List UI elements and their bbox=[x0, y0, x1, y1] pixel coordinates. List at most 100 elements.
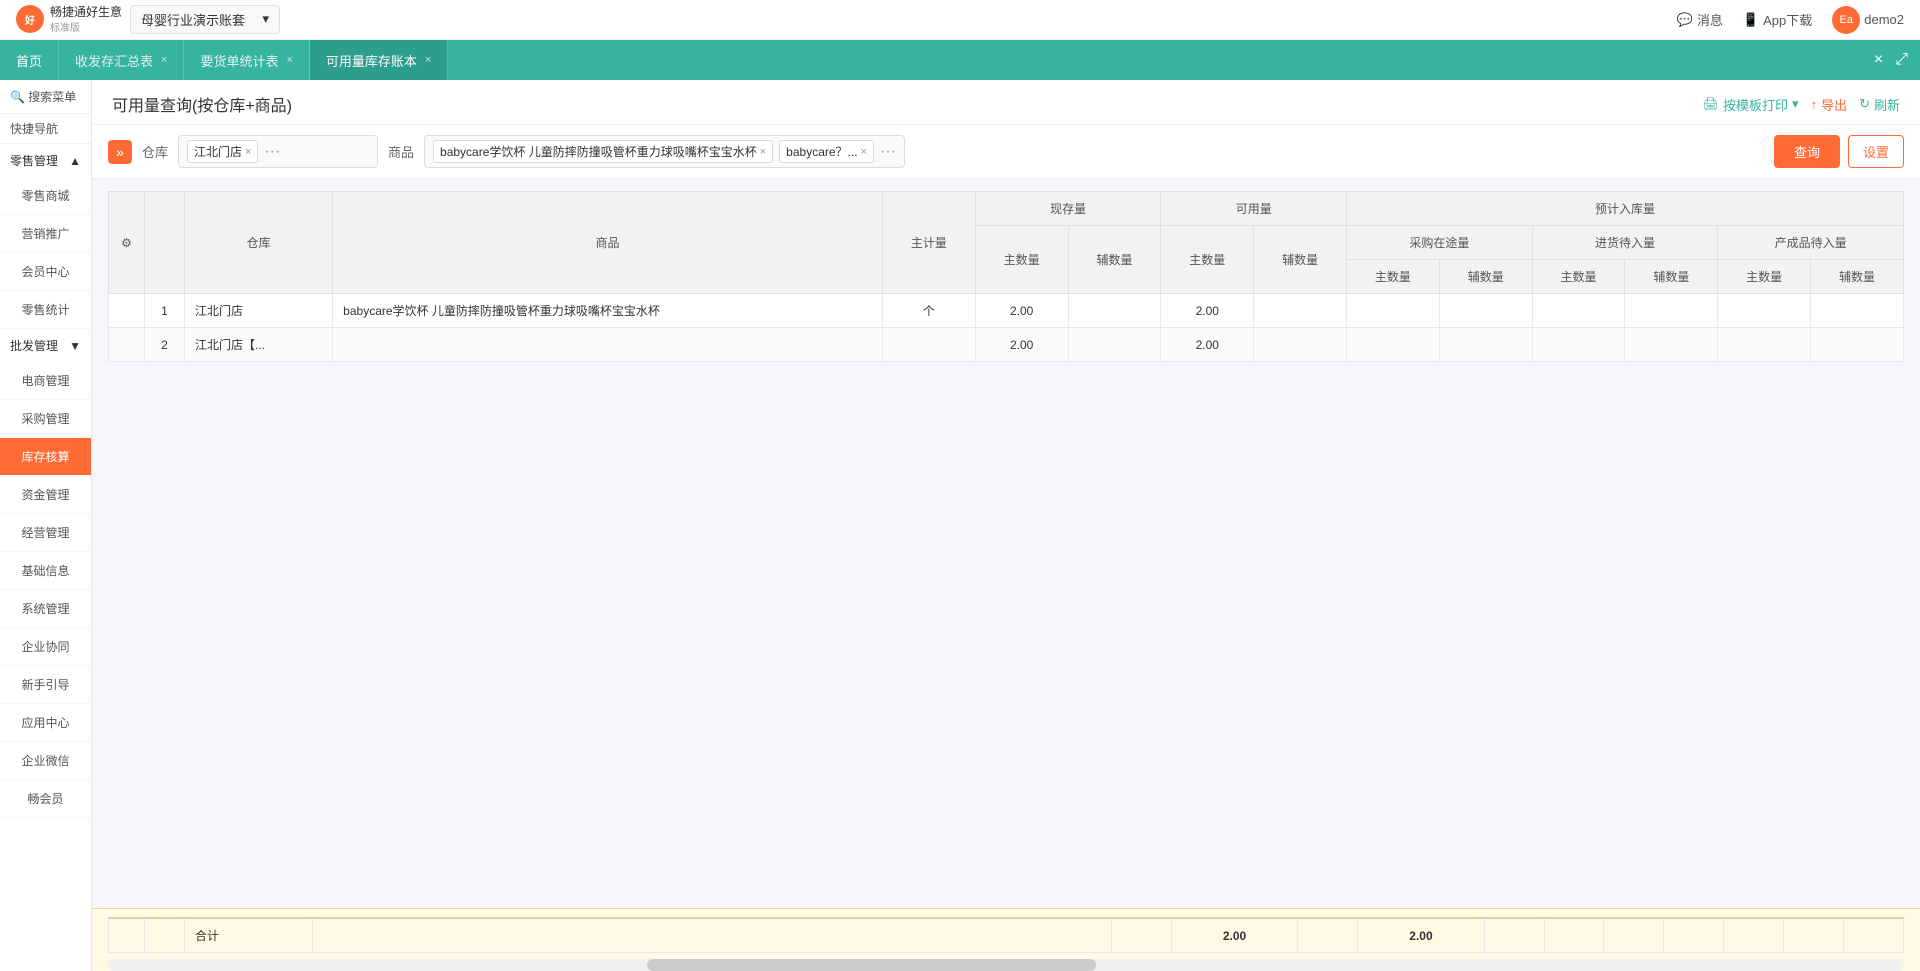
tab-receive-pay[interactable]: 收发存汇总表 × bbox=[59, 40, 184, 80]
tab-receive-pay-close[interactable]: × bbox=[161, 54, 167, 66]
total-row: 合计 2.00 2.00 bbox=[109, 918, 1904, 953]
sidebar-item-member-center[interactable]: 会员中心 bbox=[0, 253, 91, 291]
row1-goods: babycare学饮杯 儿童防摔防撞吸管杯重力球吸嘴杯宝宝水杯 bbox=[333, 294, 883, 328]
sidebar-item-app-center[interactable]: 应用中心 bbox=[0, 704, 91, 742]
th-goods: 商品 bbox=[333, 192, 883, 294]
sidebar-item-retail-mgmt[interactable]: 零售管理 ▲ bbox=[0, 144, 91, 177]
row2-goods bbox=[333, 328, 883, 362]
row1-avail-aux bbox=[1254, 294, 1347, 328]
row1-product-aux bbox=[1811, 294, 1904, 328]
th-purchase-main: 主数量 bbox=[1347, 260, 1440, 294]
app-download-btn[interactable]: 📱 App下载 bbox=[1743, 10, 1812, 29]
goods-tag-2-remove[interactable]: × bbox=[861, 146, 867, 158]
tab-available-ledger-close[interactable]: × bbox=[425, 54, 431, 66]
th-purchase-aux: 辅数量 bbox=[1439, 260, 1532, 294]
tab-available-ledger-label: 可用量库存账本 bbox=[326, 51, 417, 70]
window-controls: × ⤢ bbox=[1870, 40, 1920, 80]
row1-current-main: 2.00 bbox=[975, 294, 1068, 328]
refresh-btn[interactable]: ↻ 刷新 bbox=[1859, 95, 1900, 114]
print-template-btn[interactable]: 🖨 按模板打印 ▾ bbox=[1703, 95, 1799, 114]
tab-order-stats-label: 要货单统计表 bbox=[200, 51, 278, 70]
avatar: Ea bbox=[1832, 6, 1860, 34]
total-gear bbox=[109, 918, 145, 953]
row2-incoming-main bbox=[1532, 328, 1625, 362]
warehouse-tag-remove[interactable]: × bbox=[245, 146, 251, 158]
goods-label: 商品 bbox=[388, 142, 414, 161]
th-product-main: 主数量 bbox=[1718, 260, 1811, 294]
goods-more-btn[interactable]: ··· bbox=[880, 143, 896, 161]
filter-toggle-btn[interactable]: » bbox=[108, 140, 132, 164]
table-row: 1 江北门店 babycare学饮杯 儿童防摔防撞吸管杯重力球吸嘴杯宝宝水杯 个… bbox=[109, 294, 1904, 328]
th-incoming-main: 主数量 bbox=[1532, 260, 1625, 294]
header-actions: 🖨 按模板打印 ▾ ↑ 导出 ↻ 刷新 bbox=[1703, 95, 1901, 114]
goods-filter-group: babycare学饮杯 儿童防摔防撞吸管杯重力球吸嘴杯宝宝水杯 × babyca… bbox=[424, 135, 905, 168]
row1-gear bbox=[109, 294, 145, 328]
close-window-btn[interactable]: × bbox=[1870, 47, 1887, 73]
goods-tag-2[interactable]: babycare？... × bbox=[779, 140, 874, 163]
maximize-btn[interactable]: ⤢ bbox=[1891, 47, 1912, 73]
sidebar-item-enterprise-collab[interactable]: 企业协同 bbox=[0, 628, 91, 666]
goods-tag-1[interactable]: babycare学饮杯 儿童防摔防撞吸管杯重力球吸嘴杯宝宝水杯 × bbox=[433, 140, 773, 163]
sidebar-item-inventory[interactable]: 库存核算 bbox=[0, 438, 91, 476]
total-p2 bbox=[1604, 918, 1664, 953]
sidebar-item-marketing[interactable]: 营销推广 bbox=[0, 215, 91, 253]
tab-home-label: 首页 bbox=[16, 51, 42, 70]
sidebar-item-system[interactable]: 系统管理 bbox=[0, 590, 91, 628]
refresh-icon: ↻ bbox=[1859, 96, 1870, 112]
row2-incoming-aux bbox=[1625, 328, 1718, 362]
th-warehouse: 仓库 bbox=[185, 192, 333, 294]
th-incoming-aux: 辅数量 bbox=[1625, 260, 1718, 294]
sidebar-item-retail-stats[interactable]: 零售统计 bbox=[0, 291, 91, 329]
sidebar-item-wholesale-mgmt[interactable]: 批发管理 ▼ bbox=[0, 329, 91, 362]
sidebar-item-operations[interactable]: 经营管理 bbox=[0, 514, 91, 552]
tab-available-ledger[interactable]: 可用量库存账本 × bbox=[310, 40, 448, 80]
total-area: 合计 2.00 2.00 bbox=[92, 908, 1920, 971]
settings-gear-icon[interactable]: ⚙ bbox=[121, 236, 132, 250]
sidebar-item-vip-member[interactable]: 畅会员 bbox=[0, 780, 91, 818]
sidebar-item-base-info[interactable]: 基础信息 bbox=[0, 552, 91, 590]
row1-incoming-main bbox=[1532, 294, 1625, 328]
logo-icon: 好 bbox=[16, 5, 44, 33]
filter-bar: » 仓库 江北门店 × ··· 商品 babycare学饮杯 儿童防摔防撞吸管杯… bbox=[92, 125, 1920, 179]
warehouse-more-btn[interactable]: ··· bbox=[264, 143, 280, 161]
sidebar-item-enterprise-wx[interactable]: 企业微信 bbox=[0, 742, 91, 780]
warehouse-tag[interactable]: 江北门店 × bbox=[187, 140, 258, 163]
print-icon: 🖨 bbox=[1703, 96, 1720, 112]
sidebar-quick-nav[interactable]: 快捷导航 bbox=[0, 114, 91, 144]
page-header: 可用量查询(按仓库+商品) 🖨 按模板打印 ▾ ↑ 导出 ↻ 刷新 bbox=[92, 80, 1920, 125]
tab-receive-pay-label: 收发存汇总表 bbox=[75, 51, 153, 70]
tab-home[interactable]: 首页 bbox=[0, 40, 59, 80]
tab-order-stats[interactable]: 要货单统计表 × bbox=[184, 40, 309, 80]
settings-button[interactable]: 设置 bbox=[1848, 135, 1904, 168]
query-button[interactable]: 查询 bbox=[1774, 135, 1840, 168]
sidebar-item-retail-mall[interactable]: 零售商城 bbox=[0, 177, 91, 215]
export-btn[interactable]: ↑ 导出 bbox=[1811, 95, 1848, 114]
sidebar-item-finance[interactable]: 资金管理 bbox=[0, 476, 91, 514]
total-unit bbox=[1111, 918, 1171, 953]
content-area: 可用量查询(按仓库+商品) 🖨 按模板打印 ▾ ↑ 导出 ↻ 刷新 » bbox=[92, 80, 1920, 971]
sidebar-item-ecommerce[interactable]: 电商管理 bbox=[0, 362, 91, 400]
tab-order-stats-close[interactable]: × bbox=[286, 54, 292, 66]
username: demo2 bbox=[1864, 12, 1904, 27]
row2-avail-main: 2.00 bbox=[1161, 328, 1254, 362]
message-btn[interactable]: 💬 消息 bbox=[1677, 10, 1723, 29]
total-label: 合计 bbox=[185, 918, 313, 953]
row1-purchase-main bbox=[1347, 294, 1440, 328]
row1-purchase-aux bbox=[1439, 294, 1532, 328]
sidebar-item-purchase[interactable]: 采购管理 bbox=[0, 400, 91, 438]
horizontal-scrollbar[interactable] bbox=[108, 959, 1904, 971]
top-bar-right: 💬 消息 📱 App下载 Ea demo2 bbox=[1677, 6, 1904, 34]
scrollbar-thumb[interactable] bbox=[647, 959, 1096, 971]
tenant-selector[interactable]: 母婴行业演示账套 ▾ bbox=[130, 5, 280, 34]
goods-tag-1-remove[interactable]: × bbox=[760, 146, 766, 158]
warehouse-filter-group: 江北门店 × ··· bbox=[178, 135, 378, 168]
row1-no: 1 bbox=[145, 294, 185, 328]
sidebar-item-new-guide[interactable]: 新手引导 bbox=[0, 666, 91, 704]
user-area[interactable]: Ea demo2 bbox=[1832, 6, 1904, 34]
th-available: 可用量 bbox=[1161, 192, 1347, 226]
th-incoming-pending: 进货待入量 bbox=[1532, 226, 1718, 260]
message-icon: 💬 bbox=[1677, 12, 1693, 28]
total-p4 bbox=[1724, 918, 1784, 953]
sidebar-search[interactable]: 🔍 搜索菜单 bbox=[0, 80, 91, 114]
row2-purchase-main bbox=[1347, 328, 1440, 362]
